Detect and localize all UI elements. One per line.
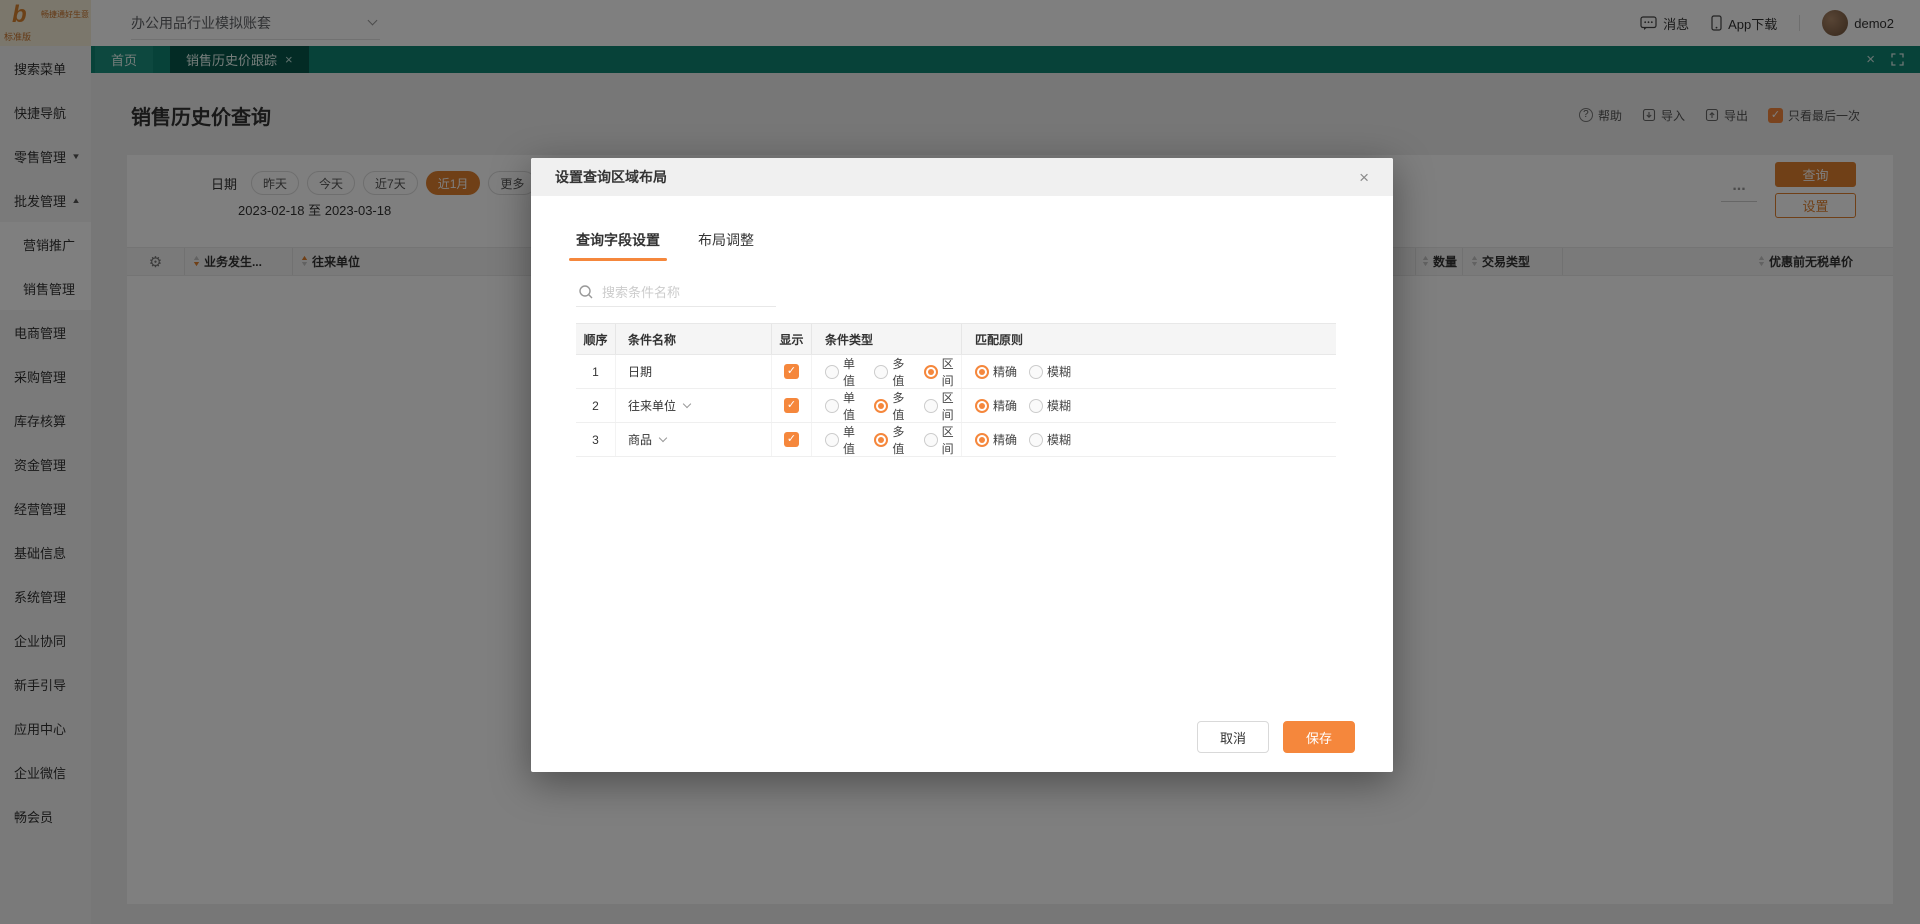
radio-type-1-单值[interactable]: 单值 xyxy=(825,355,862,389)
radio-on-icon[interactable] xyxy=(975,432,989,447)
radio-off-icon[interactable] xyxy=(1029,398,1044,413)
radio-match-3-模糊[interactable]: 模糊 xyxy=(1029,431,1071,448)
checkbox-checked-icon[interactable]: ✓ xyxy=(784,364,799,379)
radio-off-icon[interactable] xyxy=(1029,364,1044,379)
header-match: 匹配原则 xyxy=(975,332,1024,347)
condition-row-往来单位: 2 往来单位 ✓ 单值 多值 区间 精确 模糊 xyxy=(576,389,1336,423)
radio-match-1-模糊[interactable]: 模糊 xyxy=(1029,363,1071,380)
row-order: 2 xyxy=(576,389,616,422)
row-name-label: 往来单位 xyxy=(628,399,677,413)
radio-label: 模糊 xyxy=(1047,433,1072,447)
radio-label: 单值 xyxy=(843,424,856,456)
row-match-cell: 精确 模糊 xyxy=(962,355,1336,388)
radio-label: 精确 xyxy=(993,365,1018,379)
header-order: 顺序 xyxy=(576,324,616,354)
radio-match-2-模糊[interactable]: 模糊 xyxy=(1029,397,1071,414)
cancel-button[interactable]: 取消 xyxy=(1197,721,1269,753)
chevron-down-icon[interactable] xyxy=(658,433,668,443)
row-order: 1 xyxy=(576,355,616,388)
radio-label: 精确 xyxy=(993,399,1018,413)
radio-type-2-单值[interactable]: 单值 xyxy=(825,389,862,423)
header-type: 条件类型 xyxy=(812,324,962,354)
header-name: 条件名称 xyxy=(616,324,772,354)
radio-label: 区间 xyxy=(941,424,954,456)
checkbox-checked-icon[interactable]: ✓ xyxy=(784,432,799,447)
radio-on-icon[interactable] xyxy=(923,364,938,379)
row-name-cell[interactable]: 往来单位 xyxy=(616,389,772,422)
radio-type-1-多值[interactable]: 多值 xyxy=(874,355,911,389)
radio-label: 精确 xyxy=(993,433,1018,447)
chevron-down-icon[interactable] xyxy=(682,399,692,409)
radio-label: 单值 xyxy=(843,356,856,388)
radio-off-icon[interactable] xyxy=(825,398,839,413)
search-icon xyxy=(579,285,593,299)
row-name-label: 商品 xyxy=(628,433,653,447)
radio-label: 区间 xyxy=(941,390,954,422)
row-match-cell: 精确 模糊 xyxy=(962,389,1336,422)
radio-match-1-精确[interactable]: 精确 xyxy=(975,363,1017,380)
modal-title: 设置查询区域布局 xyxy=(555,169,667,185)
row-type-cell: 单值 多值 区间 xyxy=(812,389,962,422)
row-order: 3 xyxy=(576,423,616,456)
condition-search[interactable] xyxy=(576,278,776,307)
radio-off-icon[interactable] xyxy=(1029,432,1044,447)
modal-close-icon[interactable]: × xyxy=(1359,169,1369,186)
radio-on-icon[interactable] xyxy=(874,432,889,447)
radio-on-icon[interactable] xyxy=(975,398,989,413)
query-layout-modal: 设置查询区域布局 × 查询字段设置 布局调整 顺序 条件名称 显示 条件类型 匹… xyxy=(531,158,1393,772)
radio-type-2-区间[interactable]: 区间 xyxy=(923,389,961,423)
radio-label: 模糊 xyxy=(1047,365,1072,379)
radio-label: 多值 xyxy=(892,356,905,388)
condition-search-input[interactable] xyxy=(602,284,762,300)
radio-type-2-多值[interactable]: 多值 xyxy=(874,389,911,423)
radio-type-3-多值[interactable]: 多值 xyxy=(874,423,911,457)
modal-tab-query-fields[interactable]: 查询字段设置 xyxy=(569,230,667,261)
radio-off-icon[interactable] xyxy=(874,364,889,379)
row-name-cell[interactable]: 商品 xyxy=(616,423,772,456)
save-button[interactable]: 保存 xyxy=(1283,721,1355,753)
radio-off-icon[interactable] xyxy=(825,432,839,447)
radio-type-3-单值[interactable]: 单值 xyxy=(825,423,862,457)
modal-tab-layout[interactable]: 布局调整 xyxy=(698,230,754,261)
row-show-cell: ✓ xyxy=(772,423,812,456)
row-name-cell: 日期 xyxy=(616,355,772,388)
radio-label: 多值 xyxy=(892,390,905,422)
radio-label: 多值 xyxy=(892,424,905,456)
condition-table: 顺序 条件名称 显示 条件类型 匹配原则 1 日期 ✓ 单值 多值 区间 精确 模糊 2 往来单位… xyxy=(576,323,1336,457)
radio-label: 模糊 xyxy=(1047,399,1072,413)
row-show-cell: ✓ xyxy=(772,389,812,422)
radio-off-icon[interactable] xyxy=(825,364,839,379)
radio-type-3-区间[interactable]: 区间 xyxy=(923,423,961,457)
condition-row-日期: 1 日期 ✓ 单值 多值 区间 精确 模糊 xyxy=(576,355,1336,389)
radio-off-icon[interactable] xyxy=(923,398,938,413)
condition-row-商品: 3 商品 ✓ 单值 多值 区间 精确 模糊 xyxy=(576,423,1336,457)
row-match-cell: 精确 模糊 xyxy=(962,423,1336,456)
radio-on-icon[interactable] xyxy=(975,364,989,379)
radio-type-1-区间[interactable]: 区间 xyxy=(923,355,961,389)
radio-on-icon[interactable] xyxy=(874,398,889,413)
checkbox-checked-icon[interactable]: ✓ xyxy=(784,398,799,413)
row-type-cell: 单值 多值 区间 xyxy=(812,423,962,456)
radio-label: 区间 xyxy=(941,356,954,388)
radio-match-3-精确[interactable]: 精确 xyxy=(975,431,1017,448)
row-name-label: 日期 xyxy=(628,365,653,379)
radio-label: 单值 xyxy=(843,390,856,422)
radio-match-2-精确[interactable]: 精确 xyxy=(975,397,1017,414)
header-show: 显示 xyxy=(772,324,812,354)
row-show-cell: ✓ xyxy=(772,355,812,388)
radio-off-icon[interactable] xyxy=(923,432,938,447)
row-type-cell: 单值 多值 区间 xyxy=(812,355,962,388)
